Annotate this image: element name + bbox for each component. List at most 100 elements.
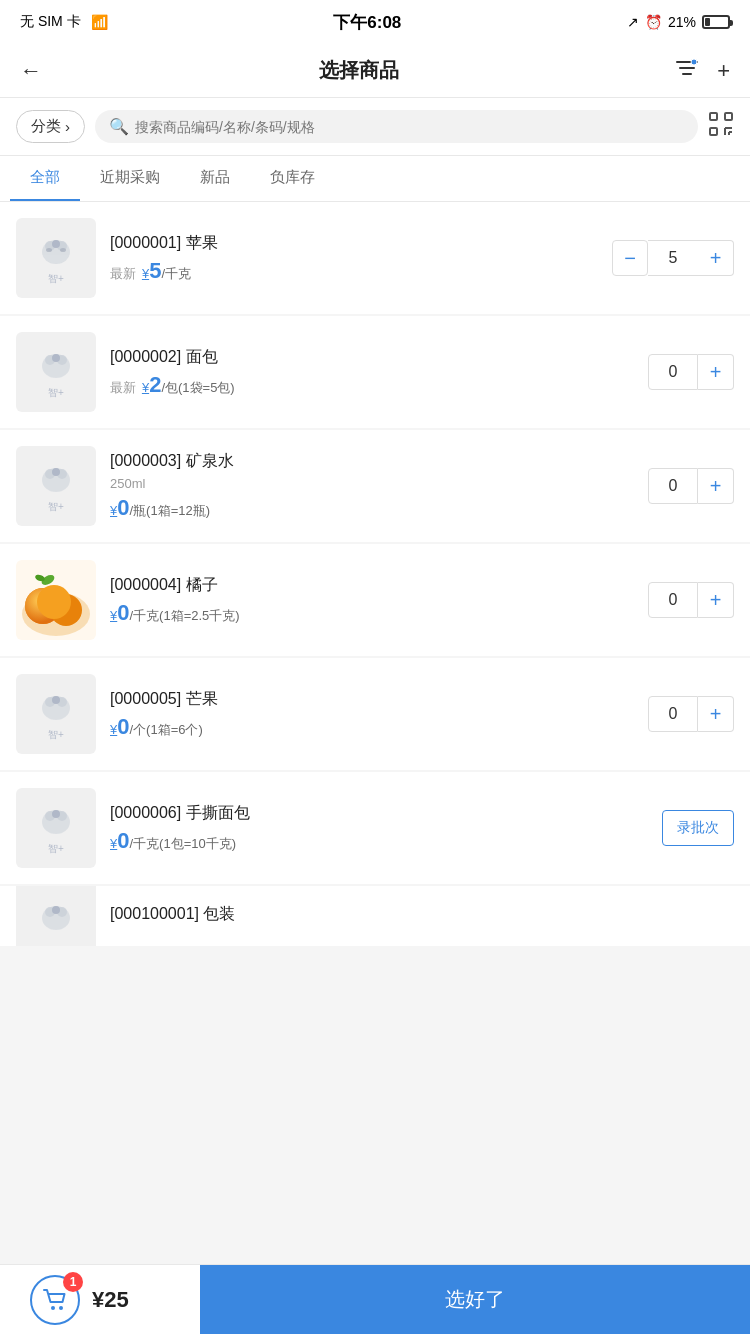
svg-point-44 bbox=[51, 1306, 55, 1310]
svg-point-16 bbox=[60, 248, 66, 252]
product-info-2: [0000003] 矿泉水 250ml ¥0/瓶(1箱=12瓶) bbox=[110, 451, 634, 521]
product-name-1: [0000002] 面包 bbox=[110, 347, 634, 368]
category-arrow: › bbox=[65, 118, 70, 135]
product-spec-2: 250ml bbox=[110, 476, 634, 491]
battery-icon bbox=[702, 15, 730, 29]
table-row: [0000004] 橘子 ¥0/千克(1箱=2.5千克) + bbox=[0, 544, 750, 656]
table-row: 智+ [0000005] 芒果 ¥0/个(1箱=6个) + bbox=[0, 658, 750, 770]
product-info-partial: [000100001] 包装 bbox=[110, 904, 734, 929]
quantity-input-2[interactable] bbox=[648, 468, 698, 504]
category-button[interactable]: 分类 › bbox=[16, 110, 85, 143]
product-price-1: 最新 ¥2/包(1袋=5包) bbox=[110, 372, 634, 398]
table-row: 智+ [0000002] 面包 最新 ¥2/包(1袋=5包) + bbox=[0, 316, 750, 428]
location-icon: ↗ bbox=[627, 14, 639, 30]
tab-recent[interactable]: 近期采购 bbox=[80, 156, 180, 201]
product-thumbnail-1: 智+ bbox=[16, 332, 96, 412]
page-title: 选择商品 bbox=[319, 57, 399, 84]
product-price-4: ¥0/个(1箱=6个) bbox=[110, 714, 634, 740]
alarm-icon: ⏰ bbox=[645, 14, 662, 30]
partial-item: [000100001] 包装 bbox=[0, 886, 750, 946]
svg-point-43 bbox=[52, 906, 60, 914]
svg-point-3 bbox=[691, 59, 697, 65]
product-name-4: [0000005] 芒果 bbox=[110, 689, 634, 710]
svg-rect-6 bbox=[710, 128, 717, 135]
table-row: 智+ [0000006] 手撕面包 ¥0/千克(1包=10千克) 录批次 bbox=[0, 772, 750, 884]
product-price-5: ¥0/千克(1包=10千克) bbox=[110, 828, 648, 854]
svg-rect-5 bbox=[725, 113, 732, 120]
search-input[interactable] bbox=[135, 119, 684, 135]
tab-new[interactable]: 新品 bbox=[180, 156, 250, 201]
quantity-input-4[interactable] bbox=[648, 696, 698, 732]
quantity-input-1[interactable] bbox=[648, 354, 698, 390]
svg-point-15 bbox=[46, 248, 52, 252]
nav-bar: ← 选择商品 + bbox=[0, 44, 750, 98]
quantity-control-0: − + bbox=[612, 240, 734, 276]
search-box: 🔍 bbox=[95, 110, 698, 143]
product-info-1: [0000002] 面包 最新 ¥2/包(1袋=5包) bbox=[110, 347, 634, 398]
product-name-0: [0000001] 苹果 bbox=[110, 233, 598, 254]
svg-point-14 bbox=[52, 240, 60, 248]
product-thumbnail-partial bbox=[16, 886, 96, 946]
add-button[interactable]: + bbox=[717, 58, 730, 84]
quantity-control-4: + bbox=[648, 696, 734, 732]
svg-point-20 bbox=[52, 354, 60, 362]
product-thumbnail-4: 智+ bbox=[16, 674, 96, 754]
quantity-input-3[interactable] bbox=[648, 582, 698, 618]
quantity-input-0[interactable] bbox=[648, 240, 698, 276]
product-info-4: [0000005] 芒果 ¥0/个(1箱=6个) bbox=[110, 689, 634, 740]
decrement-button-0[interactable]: − bbox=[612, 240, 648, 276]
table-row: 智+ [0000003] 矿泉水 250ml ¥0/瓶(1箱=12瓶) + bbox=[0, 430, 750, 542]
quantity-control-1: + bbox=[648, 354, 734, 390]
svg-point-39 bbox=[52, 810, 60, 818]
cart-area: 1 ¥25 bbox=[0, 1275, 200, 1325]
status-time: 下午6:08 bbox=[333, 11, 401, 34]
nav-right: + bbox=[675, 57, 730, 85]
product-list: 智+ [0000001] 苹果 最新 ¥5/千克 − + bbox=[0, 202, 750, 1016]
filter-bar: 分类 › 🔍 bbox=[0, 98, 750, 156]
svg-point-24 bbox=[52, 468, 60, 476]
product-name-3: [0000004] 橘子 bbox=[110, 575, 634, 596]
filter-icon[interactable] bbox=[675, 57, 699, 85]
tab-all[interactable]: 全部 bbox=[10, 156, 80, 201]
sim-label: 无 SIM 卡 bbox=[20, 13, 81, 31]
quantity-control-3: + bbox=[648, 582, 734, 618]
table-row: 智+ [0000001] 苹果 最新 ¥5/千克 − + bbox=[0, 202, 750, 314]
wifi-icon: 📶 bbox=[91, 14, 108, 30]
svg-point-29 bbox=[37, 585, 71, 619]
increment-button-4[interactable]: + bbox=[698, 696, 734, 732]
batch-button-5[interactable]: 录批次 bbox=[662, 810, 734, 846]
product-thumbnail-5: 智+ bbox=[16, 788, 96, 868]
product-thumbnail-3 bbox=[16, 560, 96, 640]
search-icon: 🔍 bbox=[109, 117, 129, 136]
quantity-control-2: + bbox=[648, 468, 734, 504]
nav-left: ← bbox=[20, 58, 42, 84]
cart-button[interactable]: 1 bbox=[30, 1275, 80, 1325]
product-name-2: [0000003] 矿泉水 bbox=[110, 451, 634, 472]
status-right: ↗ ⏰ 21% bbox=[627, 14, 730, 30]
tab-bar: 全部 近期采购 新品 负库存 bbox=[0, 156, 750, 202]
product-info-0: [0000001] 苹果 最新 ¥5/千克 bbox=[110, 233, 598, 284]
confirm-button[interactable]: 选好了 bbox=[200, 1265, 750, 1335]
increment-button-1[interactable]: + bbox=[698, 354, 734, 390]
product-name-partial: [000100001] 包装 bbox=[110, 904, 734, 925]
battery-percent: 21% bbox=[668, 14, 696, 30]
svg-rect-4 bbox=[710, 113, 717, 120]
svg-point-45 bbox=[59, 1306, 63, 1310]
footer: 1 ¥25 选好了 bbox=[0, 1264, 750, 1334]
product-info-3: [0000004] 橘子 ¥0/千克(1箱=2.5千克) bbox=[110, 575, 634, 626]
status-bar: 无 SIM 卡 📶 下午6:08 ↗ ⏰ 21% bbox=[0, 0, 750, 44]
cart-total: ¥25 bbox=[92, 1287, 129, 1313]
increment-button-2[interactable]: + bbox=[698, 468, 734, 504]
tab-negative[interactable]: 负库存 bbox=[250, 156, 335, 201]
svg-point-35 bbox=[52, 696, 60, 704]
product-info-5: [0000006] 手撕面包 ¥0/千克(1包=10千克) bbox=[110, 803, 648, 854]
cart-badge: 1 bbox=[63, 1272, 83, 1292]
product-price-0: 最新 ¥5/千克 bbox=[110, 258, 598, 284]
product-thumbnail-0: 智+ bbox=[16, 218, 96, 298]
scan-icon[interactable] bbox=[708, 111, 734, 142]
back-button[interactable]: ← bbox=[20, 58, 42, 84]
status-left: 无 SIM 卡 📶 bbox=[20, 13, 108, 31]
category-label: 分类 bbox=[31, 117, 61, 136]
increment-button-3[interactable]: + bbox=[698, 582, 734, 618]
increment-button-0[interactable]: + bbox=[698, 240, 734, 276]
